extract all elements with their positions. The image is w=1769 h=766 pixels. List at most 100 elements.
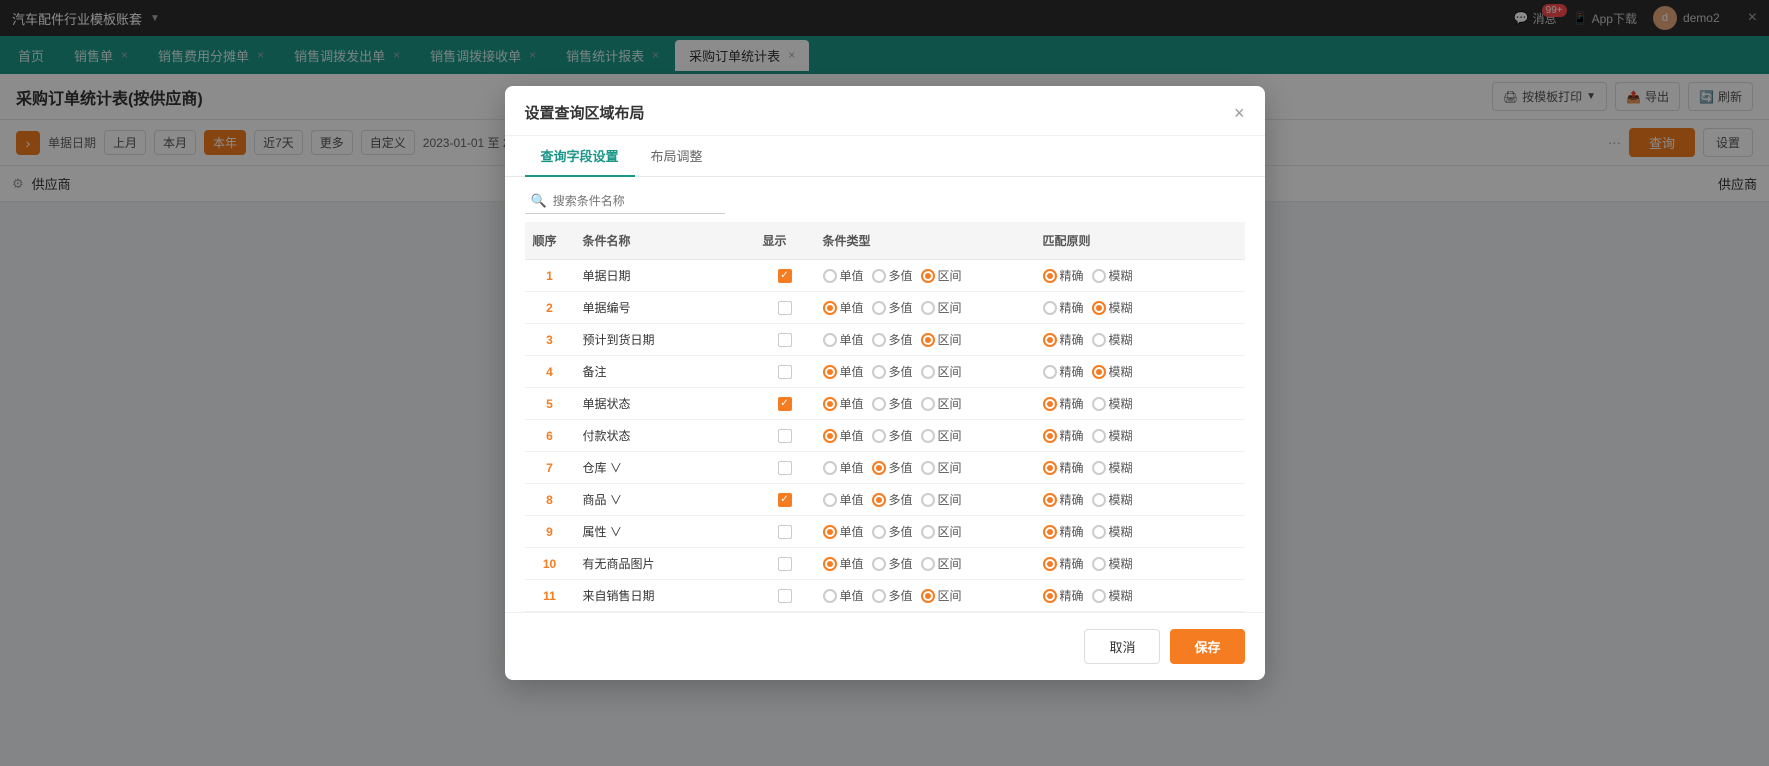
rule-radio-group: 精确 模糊 bbox=[1043, 267, 1227, 284]
type-multi-radio[interactable]: 多值 bbox=[872, 395, 913, 412]
rule-fuzzy-radio[interactable]: 模糊 bbox=[1092, 267, 1133, 284]
cell-display[interactable] bbox=[755, 262, 815, 290]
rule-fuzzy-radio[interactable]: 模糊 bbox=[1092, 427, 1133, 444]
cell-display[interactable] bbox=[755, 326, 815, 354]
rule-fuzzy-radio[interactable]: 模糊 bbox=[1092, 331, 1133, 348]
display-checkbox[interactable] bbox=[778, 333, 792, 347]
type-single-radio[interactable]: 单值 bbox=[823, 491, 864, 508]
cell-display[interactable] bbox=[755, 454, 815, 482]
rule-fuzzy-radio[interactable]: 模糊 bbox=[1092, 523, 1133, 540]
type-single-radio[interactable]: 单值 bbox=[823, 299, 864, 316]
type-multi-radio[interactable]: 多值 bbox=[872, 555, 913, 572]
rule-exact-radio[interactable]: 精确 bbox=[1043, 363, 1084, 380]
display-checkbox[interactable] bbox=[778, 493, 792, 507]
type-range-radio[interactable]: 区间 bbox=[921, 459, 962, 476]
type-single-radio[interactable]: 单值 bbox=[823, 331, 864, 348]
type-multi-radio[interactable]: 多值 bbox=[872, 363, 913, 380]
search-input[interactable] bbox=[553, 194, 713, 208]
display-checkbox[interactable] bbox=[778, 269, 792, 283]
type-multi-radio[interactable]: 多值 bbox=[872, 523, 913, 540]
type-single-radio[interactable]: 单值 bbox=[823, 587, 864, 604]
type-multi-radio[interactable]: 多值 bbox=[872, 331, 913, 348]
cell-name: 来自销售日期 bbox=[575, 580, 755, 611]
type-range-label: 区间 bbox=[938, 427, 962, 444]
rule-exact-radio[interactable]: 精确 bbox=[1043, 427, 1084, 444]
radio-multi-circle bbox=[872, 301, 886, 315]
rule-fuzzy-label: 模糊 bbox=[1109, 523, 1133, 540]
type-multi-radio[interactable]: 多值 bbox=[872, 267, 913, 284]
rule-exact-radio[interactable]: 精确 bbox=[1043, 267, 1084, 284]
type-range-radio[interactable]: 区间 bbox=[921, 267, 962, 284]
display-checkbox[interactable] bbox=[778, 461, 792, 475]
rule-exact-radio[interactable]: 精确 bbox=[1043, 331, 1084, 348]
type-range-radio[interactable]: 区间 bbox=[921, 491, 962, 508]
modal-tab-query-fields[interactable]: 查询字段设置 bbox=[525, 136, 635, 177]
type-single-radio[interactable]: 单值 bbox=[823, 267, 864, 284]
display-checkbox[interactable] bbox=[778, 365, 792, 379]
type-single-radio[interactable]: 单值 bbox=[823, 363, 864, 380]
cell-display[interactable] bbox=[755, 358, 815, 386]
type-range-radio[interactable]: 区间 bbox=[921, 555, 962, 572]
rule-fuzzy-radio[interactable]: 模糊 bbox=[1092, 491, 1133, 508]
save-button[interactable]: 保存 bbox=[1170, 629, 1244, 664]
rule-fuzzy-radio[interactable]: 模糊 bbox=[1092, 555, 1133, 572]
rule-fuzzy-radio[interactable]: 模糊 bbox=[1092, 395, 1133, 412]
display-checkbox[interactable] bbox=[778, 525, 792, 539]
cell-order: 7 bbox=[525, 454, 575, 482]
modal-close-button[interactable]: × bbox=[1234, 104, 1245, 122]
type-range-radio[interactable]: 区间 bbox=[921, 331, 962, 348]
cell-display[interactable] bbox=[755, 422, 815, 450]
type-single-radio[interactable]: 单值 bbox=[823, 395, 864, 412]
radio-single-circle bbox=[823, 493, 837, 507]
rule-exact-radio[interactable]: 精确 bbox=[1043, 299, 1084, 316]
type-range-label: 区间 bbox=[938, 523, 962, 540]
modal-tab-query-fields-label: 查询字段设置 bbox=[541, 149, 619, 164]
radio-range-circle bbox=[921, 525, 935, 539]
col-type: 条件类型 bbox=[815, 228, 1035, 253]
rule-fuzzy-radio[interactable]: 模糊 bbox=[1092, 459, 1133, 476]
cell-display[interactable] bbox=[755, 550, 815, 578]
rule-fuzzy-radio[interactable]: 模糊 bbox=[1092, 363, 1133, 380]
type-single-radio[interactable]: 单值 bbox=[823, 459, 864, 476]
cell-name: 单据日期 bbox=[575, 260, 755, 291]
display-checkbox[interactable] bbox=[778, 557, 792, 571]
rule-exact-radio[interactable]: 精确 bbox=[1043, 555, 1084, 572]
rule-exact-radio[interactable]: 精确 bbox=[1043, 395, 1084, 412]
type-multi-radio[interactable]: 多值 bbox=[872, 587, 913, 604]
cell-display[interactable] bbox=[755, 582, 815, 610]
type-single-radio[interactable]: 单值 bbox=[823, 523, 864, 540]
type-range-radio[interactable]: 区间 bbox=[921, 427, 962, 444]
type-multi-radio[interactable]: 多值 bbox=[872, 491, 913, 508]
type-single-radio[interactable]: 单值 bbox=[823, 555, 864, 572]
modal-tab-layout[interactable]: 布局调整 bbox=[635, 136, 719, 177]
radio-fuzzy-circle bbox=[1092, 269, 1106, 283]
display-checkbox[interactable] bbox=[778, 429, 792, 443]
type-range-radio[interactable]: 区间 bbox=[921, 363, 962, 380]
rule-fuzzy-radio[interactable]: 模糊 bbox=[1092, 299, 1133, 316]
type-range-radio[interactable]: 区间 bbox=[921, 587, 962, 604]
rule-exact-radio[interactable]: 精确 bbox=[1043, 523, 1084, 540]
cell-display[interactable] bbox=[755, 390, 815, 418]
cell-display[interactable] bbox=[755, 518, 815, 546]
display-checkbox[interactable] bbox=[778, 397, 792, 411]
cell-display[interactable] bbox=[755, 294, 815, 322]
radio-fuzzy-circle bbox=[1092, 525, 1106, 539]
cell-display[interactable] bbox=[755, 486, 815, 514]
type-range-radio[interactable]: 区间 bbox=[921, 523, 962, 540]
rule-exact-radio[interactable]: 精确 bbox=[1043, 587, 1084, 604]
radio-multi-circle bbox=[872, 461, 886, 475]
rule-exact-radio[interactable]: 精确 bbox=[1043, 491, 1084, 508]
type-multi-radio[interactable]: 多值 bbox=[872, 459, 913, 476]
cell-order: 11 bbox=[525, 582, 575, 610]
display-checkbox[interactable] bbox=[778, 301, 792, 315]
rule-fuzzy-radio[interactable]: 模糊 bbox=[1092, 587, 1133, 604]
type-multi-radio[interactable]: 多值 bbox=[872, 299, 913, 316]
type-multi-radio[interactable]: 多值 bbox=[872, 427, 913, 444]
display-checkbox[interactable] bbox=[778, 589, 792, 603]
radio-single-circle bbox=[823, 557, 837, 571]
cancel-button[interactable]: 取消 bbox=[1084, 629, 1160, 664]
type-range-radio[interactable]: 区间 bbox=[921, 395, 962, 412]
type-range-radio[interactable]: 区间 bbox=[921, 299, 962, 316]
rule-exact-radio[interactable]: 精确 bbox=[1043, 459, 1084, 476]
type-single-radio[interactable]: 单值 bbox=[823, 427, 864, 444]
